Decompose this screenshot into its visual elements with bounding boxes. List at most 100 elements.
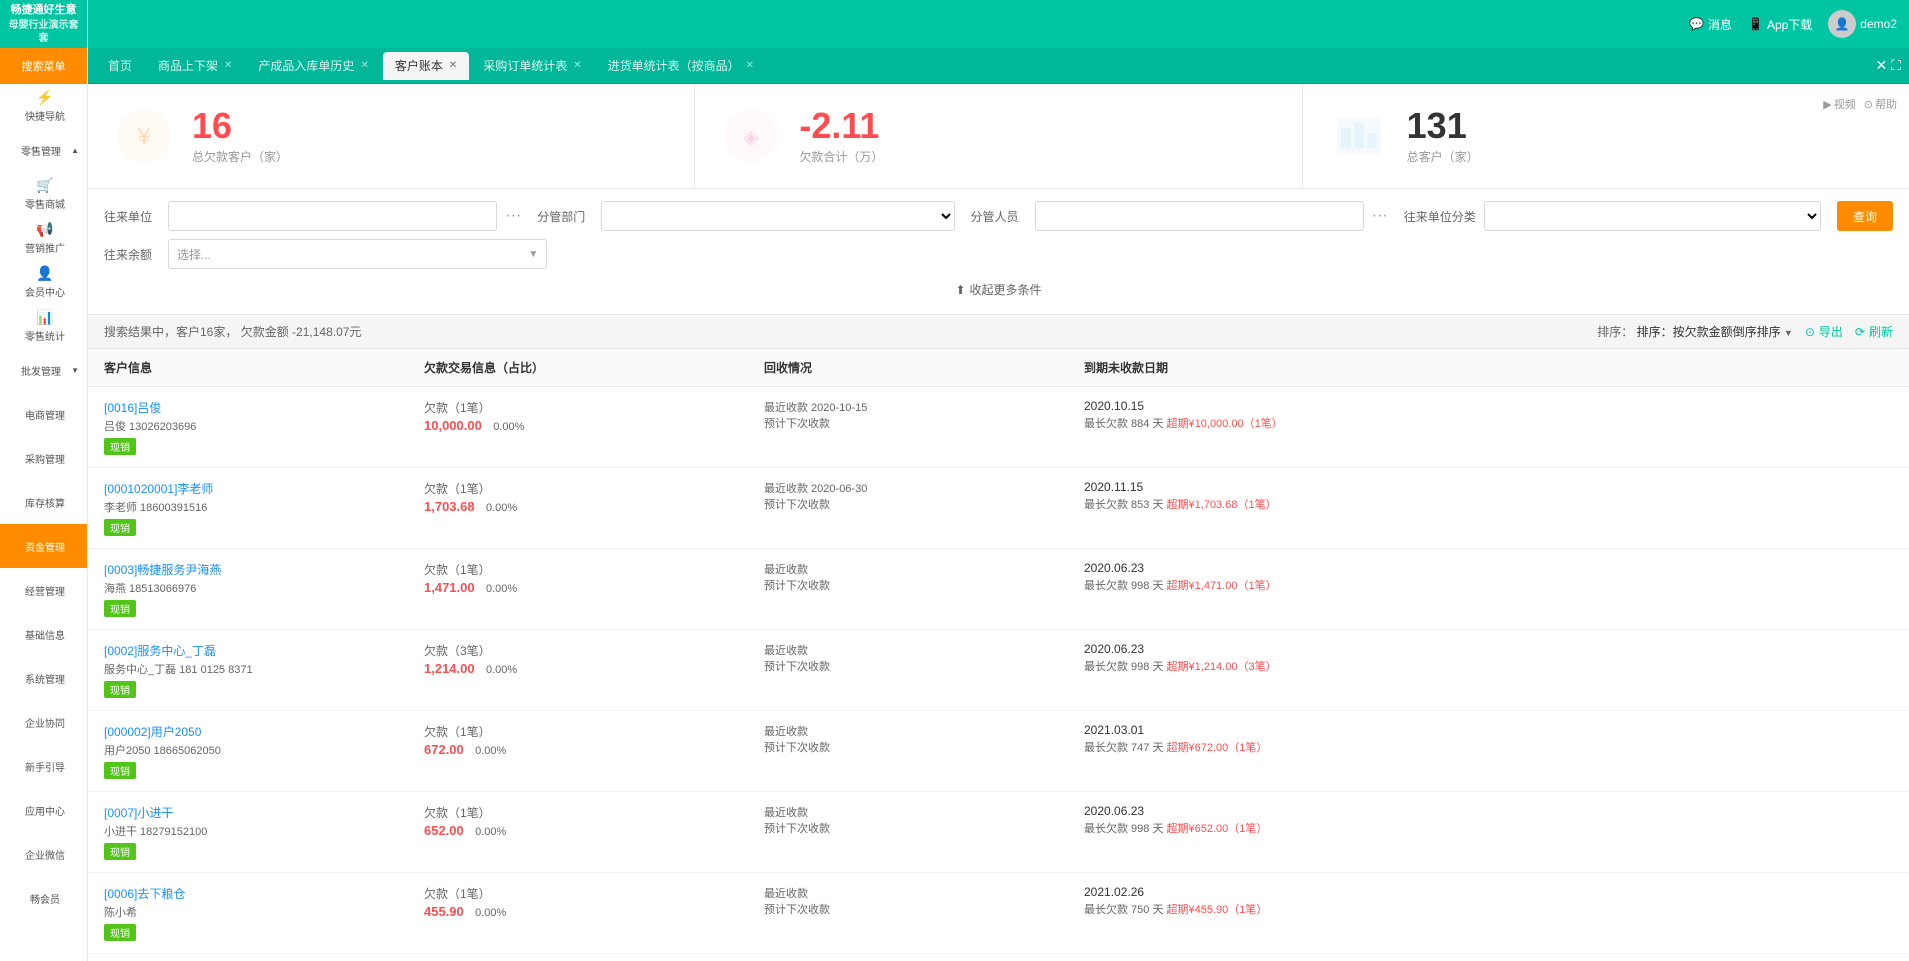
tab-product-history[interactable]: 产成品入库单历史 ✕ xyxy=(246,52,380,80)
sidebar: 畅捷通好生意 母婴行业演示套套 搜索菜单 ⚡ 快捷导航 零售管理 ▲ 🛒 零售商… xyxy=(0,0,88,961)
sidebar-item-ecommerce[interactable]: 电商管理 xyxy=(0,392,87,436)
overdue-link-1[interactable]: 超期¥1,703.68（1笔） xyxy=(1167,499,1277,511)
due-date-4: 2021.03.01 xyxy=(1084,723,1893,737)
customer-name-4[interactable]: [000002]用户2050 xyxy=(104,723,424,740)
sidebar-item-retail-mall[interactable]: 🛒 零售商城 xyxy=(0,172,87,216)
tab-purchase-by-product[interactable]: 进货单统计表（按商品） ✕ xyxy=(596,52,766,80)
export-label: 导出 xyxy=(1819,323,1843,340)
purchase-label: 采购管理 xyxy=(25,451,65,466)
customer-name-6[interactable]: [0006]去下粮仓 xyxy=(104,885,424,902)
filter-person-input[interactable] xyxy=(1035,201,1364,231)
last-payment-1: 最近收款 2020-06-30 xyxy=(764,480,1084,496)
sidebar-item-apps[interactable]: 应用中心 xyxy=(0,788,87,832)
debt-info-4: 欠款（1笔） 672.00 0.00% xyxy=(424,723,764,757)
debt-amount-6[interactable]: 455.90 xyxy=(424,904,464,919)
stat-card-total-customers: 131 总客户（家） ▶ 视频 ⊙ 帮助 xyxy=(1303,84,1909,188)
help-btn[interactable]: ⊙ 帮助 xyxy=(1864,96,1897,112)
export-btn[interactable]: ⊙ 导出 xyxy=(1805,323,1843,340)
search-menu-item[interactable]: 搜索菜单 xyxy=(0,48,87,84)
marketing-label: 营销推广 xyxy=(25,240,65,255)
user-avatar-btn[interactable]: 👤 demo2 xyxy=(1828,10,1897,38)
sidebar-item-batch-mgmt[interactable]: 批发管理 ▼ xyxy=(0,348,87,392)
next-payment-5: 预计下次收款 xyxy=(764,820,1084,836)
refresh-btn[interactable]: ⟳ 刷新 xyxy=(1855,323,1893,340)
search-button[interactable]: 查询 xyxy=(1837,201,1893,231)
filter-dept-select[interactable] xyxy=(601,201,954,231)
last-payment-4: 最近收款 xyxy=(764,723,1084,739)
debt-amount-0[interactable]: 10,000.00 xyxy=(424,418,482,433)
debt-count-2: 欠款（1笔） xyxy=(424,561,764,578)
sidebar-item-newbie[interactable]: 新手引导 xyxy=(0,744,87,788)
customer-name-0[interactable]: [0016]吕俊 xyxy=(104,399,424,416)
tab-product-off-close[interactable]: ✕ xyxy=(224,60,232,71)
finance-label: 资金管理 xyxy=(25,539,65,554)
video-help-btn[interactable]: ▶ 视频 xyxy=(1823,96,1855,112)
debt-amount-1[interactable]: 1,703.68 xyxy=(424,499,475,514)
overdue-link-2[interactable]: 超期¥1,471.00（1笔） xyxy=(1167,580,1277,592)
tab-purchase-summary-close[interactable]: ✕ xyxy=(573,60,581,71)
filter-unit-dots[interactable]: ··· xyxy=(505,207,521,225)
main-area: 💬 消息 📱 App下载 👤 demo2 首页 商品上下架 ✕ xyxy=(88,0,1909,961)
sidebar-item-enterprise[interactable]: 企业协同 xyxy=(0,700,87,744)
sidebar-item-finance[interactable]: 资金管理 xyxy=(0,524,87,568)
sort-select[interactable]: 排序：按欠款金额倒序排序 xyxy=(1637,325,1781,339)
message-btn[interactable]: 💬 消息 xyxy=(1689,16,1732,33)
overdue-link-6[interactable]: 超期¥455.90（1笔） xyxy=(1167,904,1268,916)
customer-name-1[interactable]: [0001020001]李老师 xyxy=(104,480,424,497)
sidebar-item-retail-mgmt[interactable]: 零售管理 ▲ xyxy=(0,128,87,172)
tab-customer-account-close[interactable]: ✕ xyxy=(449,60,457,71)
sidebar-item-quick-nav[interactable]: ⚡ 快捷导航 xyxy=(0,84,87,128)
debt-amount-2[interactable]: 1,471.00 xyxy=(424,580,475,595)
sort-arrow-icon: ▼ xyxy=(1784,328,1793,338)
overdue-link-4[interactable]: 超期¥672.00（1笔） xyxy=(1167,742,1268,754)
app-download-btn[interactable]: 📱 App下载 xyxy=(1748,16,1812,33)
tabs-expand[interactable]: ⛶ xyxy=(1891,57,1901,74)
overdue-link-3[interactable]: 超期¥1,214.00（3笔） xyxy=(1167,661,1277,673)
customer-name-3[interactable]: [0002]服务中心_丁磊 xyxy=(104,642,424,659)
sidebar-item-business[interactable]: 经营管理 xyxy=(0,568,87,612)
sidebar-item-retail-stats[interactable]: 📊 零售统计 xyxy=(0,304,87,348)
overdue-link-5[interactable]: 超期¥652.00（1笔） xyxy=(1167,823,1268,835)
filter-person-dots[interactable]: ··· xyxy=(1372,207,1388,225)
stat-card-debt-total: ◈ -2.11 欠款合计（万） xyxy=(695,84,1302,188)
filter-category-select[interactable] xyxy=(1484,201,1821,231)
sidebar-item-basic-info[interactable]: 基础信息 xyxy=(0,612,87,656)
col-header-recovery: 回收情况 xyxy=(764,359,1084,376)
customer-name-5[interactable]: [0007]小进干 xyxy=(104,804,424,821)
sidebar-item-system[interactable]: 系统管理 xyxy=(0,656,87,700)
tab-purchase-by-product-close[interactable]: ✕ xyxy=(746,60,754,71)
retail-mgmt-label: 零售管理 xyxy=(11,143,71,158)
debt-amount-3[interactable]: 1,214.00 xyxy=(424,661,475,676)
result-bar: 搜索结果中，客户16家， 欠款金额 -21,148.07元 排序： 排序：按欠款… xyxy=(88,315,1909,349)
sidebar-item-purchase[interactable]: 采购管理 xyxy=(0,436,87,480)
customer-info-5: [0007]小进干 小进干 18279152100 现销 xyxy=(104,804,424,860)
customer-tag-6: 现销 xyxy=(104,924,136,941)
tabs-close-all[interactable]: ✕ xyxy=(1875,57,1887,74)
tab-customer-account[interactable]: 客户账本 ✕ xyxy=(383,52,469,80)
sort-label: 排序： 排序：按欠款金额倒序排序 ▼ xyxy=(1597,323,1793,340)
next-payment-1: 预计下次收款 xyxy=(764,496,1084,512)
customer-contact-0: 吕俊 13026203696 xyxy=(104,418,424,434)
due-info-2: 2020.06.23 最长欠款 998 天 超期¥1,471.00（1笔） xyxy=(1084,561,1893,595)
filter-balance-select[interactable]: 选择... ▼ xyxy=(168,239,547,269)
sidebar-item-marketing[interactable]: 📢 营销推广 xyxy=(0,216,87,260)
filter-unit-input[interactable] xyxy=(168,201,497,231)
tab-product-history-close[interactable]: ✕ xyxy=(360,60,368,71)
debt-customers-number: 16 xyxy=(192,108,670,144)
stat-icon-2: ◈ xyxy=(719,104,783,168)
overdue-link-0[interactable]: 超期¥10,000.00（1笔） xyxy=(1167,418,1283,430)
sidebar-item-inventory[interactable]: 库存核算 xyxy=(0,480,87,524)
sidebar-item-wecom[interactable]: 企业微信 xyxy=(0,832,87,876)
tab-home[interactable]: 首页 xyxy=(96,52,144,80)
tab-product-off[interactable]: 商品上下架 ✕ xyxy=(146,52,244,80)
collapse-btn[interactable]: ⬆ 收起更多条件 xyxy=(104,277,1893,302)
customer-name-2[interactable]: [0003]畅捷服务尹海燕 xyxy=(104,561,424,578)
header-actions: 💬 消息 📱 App下载 👤 demo2 xyxy=(1689,10,1897,38)
sidebar-item-member2[interactable]: 畅会员 xyxy=(0,876,87,920)
debt-amount-4[interactable]: 672.00 xyxy=(424,742,464,757)
tab-purchase-summary[interactable]: 采购订单统计表 ✕ xyxy=(471,52,593,80)
debt-amount-5[interactable]: 652.00 xyxy=(424,823,464,838)
sidebar-item-member[interactable]: 👤 会员中心 xyxy=(0,260,87,304)
stat-icon-3 xyxy=(1327,104,1391,168)
due-date-1: 2020.11.15 xyxy=(1084,480,1893,494)
